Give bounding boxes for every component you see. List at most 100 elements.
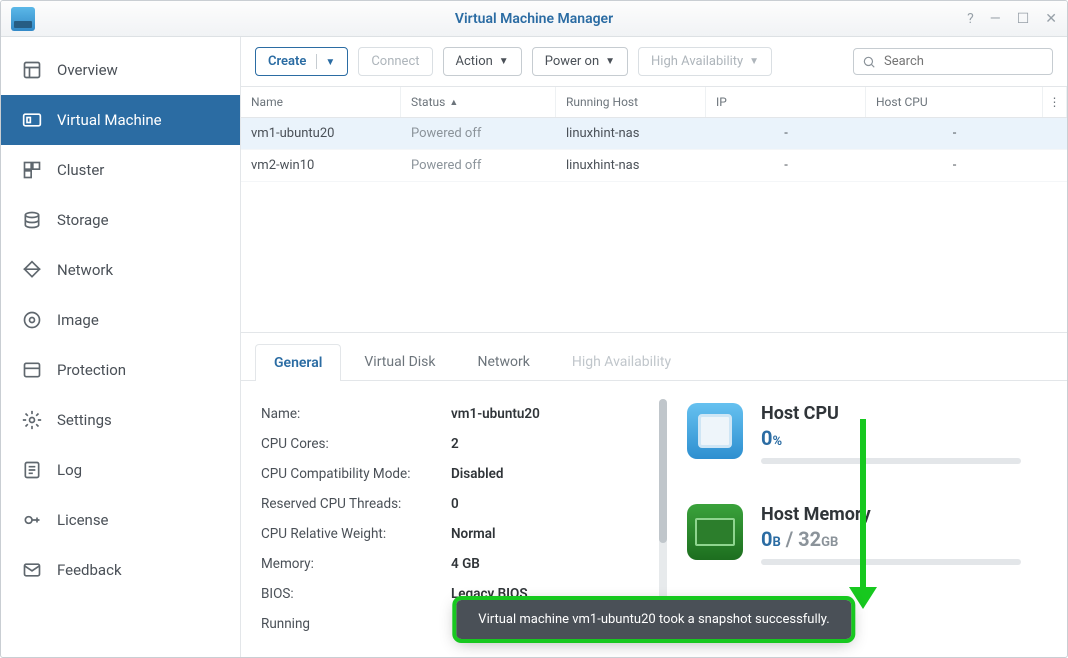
label-cpu-weight: CPU Relative Weight: bbox=[261, 526, 451, 542]
sidebar-item-protection[interactable]: Protection bbox=[1, 345, 240, 395]
power-on-button[interactable]: Power on ▼ bbox=[532, 47, 628, 76]
metric-mem-total-unit: GB bbox=[821, 535, 838, 550]
feedback-icon bbox=[21, 559, 43, 581]
label-memory: Memory: bbox=[261, 556, 451, 572]
tab-virtual-disk[interactable]: Virtual Disk bbox=[345, 343, 454, 380]
sidebar: Overview Virtual Machine Cluster Storage… bbox=[1, 37, 241, 657]
cell-name: vm1-ubuntu20 bbox=[241, 118, 401, 149]
cpu-icon bbox=[687, 403, 743, 459]
metric-cpu-unit: % bbox=[772, 434, 782, 449]
metric-cpu-value: 0 bbox=[761, 426, 772, 450]
metric-mem-used: 0 bbox=[761, 527, 772, 551]
main-panel: Create ▼ Connect Action ▼ Power on ▼ Hig… bbox=[241, 37, 1067, 657]
sidebar-item-network[interactable]: Network bbox=[1, 245, 240, 295]
sidebar-item-feedback[interactable]: Feedback bbox=[1, 545, 240, 595]
search-icon bbox=[862, 55, 876, 69]
overview-icon bbox=[21, 59, 43, 81]
button-label: Action bbox=[456, 54, 493, 69]
table-header: Name Status▲ Running Host IP Host CPU ⋮ bbox=[241, 87, 1067, 118]
value-memory: 4 GB bbox=[451, 556, 480, 572]
sidebar-item-virtual-machine[interactable]: Virtual Machine bbox=[1, 95, 240, 145]
chevron-down-icon[interactable]: ▼ bbox=[316, 54, 335, 69]
memory-icon bbox=[687, 504, 743, 560]
value-cpu-compat: Disabled bbox=[451, 466, 503, 482]
chevron-down-icon: ▼ bbox=[605, 56, 615, 67]
th-running-host[interactable]: Running Host bbox=[556, 87, 706, 117]
create-button[interactable]: Create ▼ bbox=[255, 47, 348, 76]
network-icon bbox=[21, 259, 43, 281]
sidebar-item-image[interactable]: Image bbox=[1, 295, 240, 345]
sidebar-item-settings[interactable]: Settings bbox=[1, 395, 240, 445]
close-icon[interactable]: ✕ bbox=[1045, 11, 1057, 27]
table-row[interactable]: vm2-win10 Powered off linuxhint-nas - - bbox=[241, 150, 1067, 182]
license-icon bbox=[21, 509, 43, 531]
label-running-on: Running bbox=[261, 616, 451, 632]
label-cpu-compat: CPU Compatibility Mode: bbox=[261, 466, 451, 482]
th-name[interactable]: Name bbox=[241, 87, 401, 117]
sidebar-item-overview[interactable]: Overview bbox=[1, 45, 240, 95]
connect-button[interactable]: Connect bbox=[358, 47, 432, 76]
sidebar-item-label: Image bbox=[57, 311, 99, 329]
cell-host: linuxhint-nas bbox=[556, 118, 706, 149]
button-label: Create bbox=[268, 54, 306, 69]
label-name: Name: bbox=[261, 406, 451, 422]
table-row[interactable]: vm1-ubuntu20 Powered off linuxhint-nas -… bbox=[241, 118, 1067, 150]
button-label: High Availability bbox=[651, 54, 743, 69]
settings-icon bbox=[21, 409, 43, 431]
sidebar-item-storage[interactable]: Storage bbox=[1, 195, 240, 245]
cell-ip: - bbox=[706, 150, 866, 181]
tab-general[interactable]: General bbox=[255, 344, 341, 381]
cell-status: Powered off bbox=[401, 118, 556, 149]
search-box[interactable] bbox=[853, 48, 1053, 75]
sidebar-item-label: Cluster bbox=[57, 161, 104, 179]
value-name: vm1-ubuntu20 bbox=[451, 406, 540, 422]
cpu-bar bbox=[761, 458, 1021, 464]
tab-network[interactable]: Network bbox=[459, 343, 549, 380]
sidebar-item-cluster[interactable]: Cluster bbox=[1, 145, 240, 195]
cell-name: vm2-win10 bbox=[241, 150, 401, 181]
memory-bar bbox=[761, 559, 1021, 565]
detail-tabs: General Virtual Disk Network High Availa… bbox=[241, 333, 1067, 381]
th-status[interactable]: Status▲ bbox=[401, 87, 556, 117]
metric-divider: / bbox=[781, 527, 798, 551]
maximize-icon[interactable]: ☐ bbox=[1017, 11, 1030, 27]
cell-host: linuxhint-nas bbox=[556, 150, 706, 181]
th-host-cpu[interactable]: Host CPU bbox=[866, 87, 1043, 117]
cell-cpu: - bbox=[866, 118, 1043, 149]
th-more-icon[interactable]: ⋮ bbox=[1043, 87, 1067, 117]
toast-snapshot-success: Virtual machine vm1-ubuntu20 took a snap… bbox=[456, 600, 851, 639]
label-cpu-cores: CPU Cores: bbox=[261, 436, 451, 452]
metric-mem-total: 32 bbox=[798, 527, 821, 551]
app-icon bbox=[11, 7, 35, 31]
chevron-down-icon: ▼ bbox=[499, 56, 509, 67]
sidebar-item-license[interactable]: License bbox=[1, 495, 240, 545]
minimize-icon[interactable]: — bbox=[990, 11, 1001, 27]
metric-title-memory: Host Memory bbox=[761, 504, 1021, 525]
high-availability-button[interactable]: High Availability ▼ bbox=[638, 47, 772, 76]
help-icon[interactable]: ? bbox=[967, 11, 974, 27]
sidebar-item-label: Network bbox=[57, 261, 113, 279]
metric-mem-used-unit: B bbox=[772, 535, 780, 550]
sort-asc-icon: ▲ bbox=[449, 97, 458, 108]
search-input[interactable] bbox=[882, 53, 1052, 70]
window-title: Virtual Machine Manager bbox=[1, 11, 1067, 27]
cell-status: Powered off bbox=[401, 150, 556, 181]
tab-high-availability[interactable]: High Availability bbox=[553, 343, 690, 380]
sidebar-item-label: License bbox=[57, 511, 109, 529]
storage-icon bbox=[21, 209, 43, 231]
sidebar-item-label: Storage bbox=[57, 211, 109, 229]
sidebar-item-label: Feedback bbox=[57, 561, 122, 579]
th-ip[interactable]: IP bbox=[706, 87, 866, 117]
button-label: Power on bbox=[545, 54, 599, 69]
virtual-machine-icon bbox=[21, 109, 43, 131]
sidebar-item-log[interactable]: Log bbox=[1, 445, 240, 495]
sidebar-item-label: Virtual Machine bbox=[57, 111, 162, 129]
sidebar-item-label: Settings bbox=[57, 411, 112, 429]
value-reserved-threads: 0 bbox=[451, 496, 459, 512]
label-reserved-threads: Reserved CPU Threads: bbox=[261, 496, 451, 512]
action-button[interactable]: Action ▼ bbox=[443, 47, 522, 76]
button-label: Connect bbox=[371, 54, 419, 69]
cluster-icon bbox=[21, 159, 43, 181]
log-icon bbox=[21, 459, 43, 481]
value-cpu-cores: 2 bbox=[451, 436, 459, 452]
